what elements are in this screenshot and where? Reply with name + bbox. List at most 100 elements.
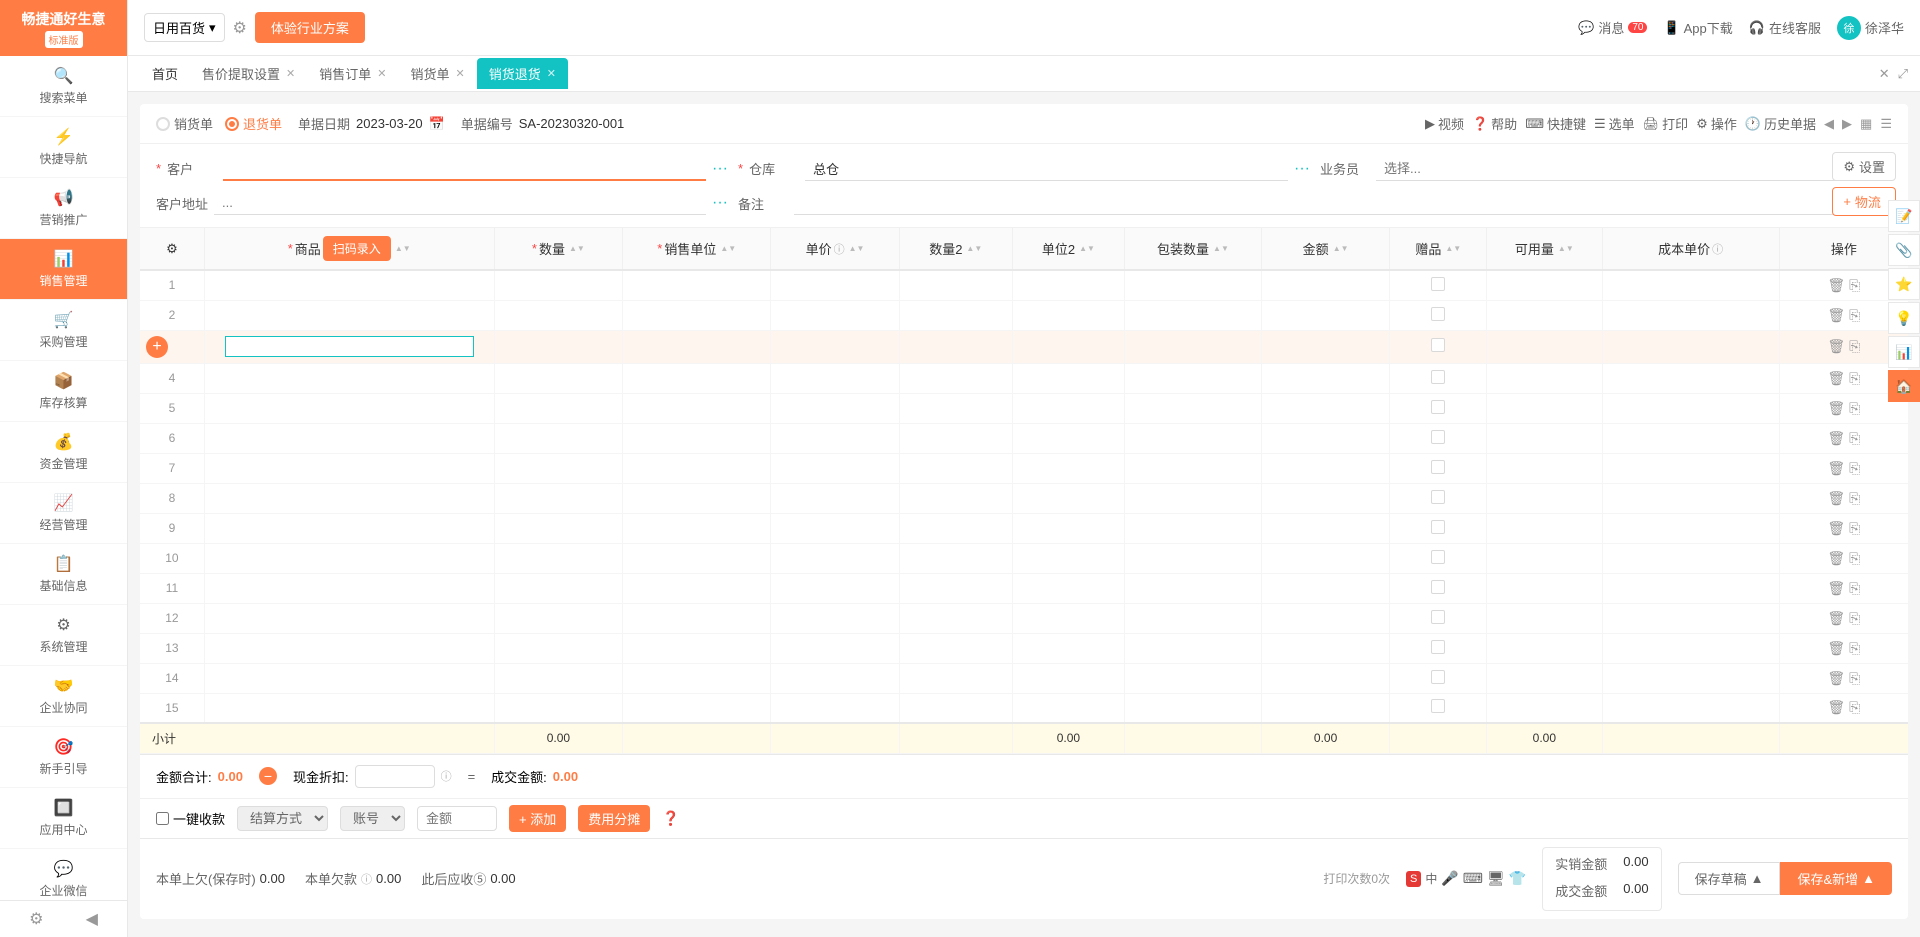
copy-row-button[interactable]: ⎘ — [1849, 430, 1860, 447]
sort-icon[interactable]: ▲▼ — [395, 244, 411, 253]
sidebar-item-system[interactable]: ⚙ 系统管理 — [0, 605, 127, 666]
copy-row-button[interactable]: ⎘ — [1849, 670, 1860, 687]
gift-checkbox[interactable] — [1431, 400, 1445, 414]
float-btn-3[interactable]: ⭐ — [1888, 268, 1920, 300]
tab-close-all-icon[interactable]: ✕ — [1879, 66, 1890, 82]
sidebar-item-marketing[interactable]: 📢 营销推广 — [0, 178, 127, 239]
history-action[interactable]: 🕐 历史单据 — [1745, 114, 1816, 133]
delete-row-button[interactable]: 🗑 — [1827, 490, 1845, 507]
app-download-item[interactable]: 📱 App下载 — [1663, 18, 1732, 37]
user-item[interactable]: 徐 徐泽华 — [1837, 16, 1904, 40]
sidebar-item-appstore[interactable]: 🔲 应用中心 — [0, 788, 127, 849]
operate-action[interactable]: ⚙ 操作 — [1696, 114, 1737, 133]
gift-checkbox[interactable] — [1431, 580, 1445, 594]
copy-row-button[interactable]: ⎘ — [1849, 699, 1860, 716]
float-btn-5[interactable]: 📊 — [1888, 336, 1920, 368]
add-payment-button[interactable]: + 添加 — [509, 805, 566, 832]
delete-row-button[interactable]: 🗑 — [1827, 640, 1845, 657]
sort-icon[interactable]: ▲▼ — [1079, 244, 1095, 253]
sort-icon[interactable]: ▲▼ — [1213, 244, 1229, 253]
view-list-icon[interactable]: ▦ — [1860, 116, 1872, 132]
radio-sales-slip[interactable]: 销货单 — [156, 114, 213, 133]
float-btn-1[interactable]: 📝 — [1888, 200, 1920, 232]
save-new-button[interactable]: 保存&新增 ▲ — [1780, 862, 1892, 895]
nav-prev-icon[interactable]: ◀ — [1824, 116, 1834, 132]
gift-checkbox[interactable] — [1431, 460, 1445, 474]
sort-icon[interactable]: ▲▼ — [966, 244, 982, 253]
logistics-button[interactable]: + 物流 — [1832, 187, 1896, 216]
tab-expand-icon[interactable]: ⤢ — [1898, 66, 1908, 82]
copy-row-button[interactable]: ⎘ — [1849, 277, 1860, 294]
copy-row-button[interactable]: ⎘ — [1849, 400, 1860, 417]
sidebar-item-purchase[interactable]: 🛒 采购管理 — [0, 300, 127, 361]
radio-return[interactable]: 退货单 — [225, 114, 282, 133]
delete-row-button[interactable]: 🗑 — [1827, 400, 1845, 417]
gift-checkbox[interactable] — [1431, 550, 1445, 564]
customer-input[interactable] — [223, 156, 706, 181]
delete-row-button[interactable]: 🗑 — [1827, 550, 1845, 567]
mic-icon[interactable]: 🎤 — [1441, 870, 1458, 887]
delete-row-button[interactable]: 🗑 — [1827, 520, 1845, 537]
monitor-icon[interactable]: 🖥 — [1487, 870, 1505, 887]
tab-sales-slip[interactable]: 销货单 ✕ — [398, 58, 476, 89]
gift-checkbox[interactable] — [1431, 430, 1445, 444]
add-row-button[interactable]: + — [146, 336, 168, 358]
payment-account-select[interactable]: 账号 — [340, 806, 405, 831]
sidebar-item-basics[interactable]: 📋 基础信息 — [0, 544, 127, 605]
copy-row-button[interactable]: ⎘ — [1849, 640, 1860, 657]
float-btn-4[interactable]: 💡 — [1888, 302, 1920, 334]
payment-method-select[interactable]: 结算方式 — [237, 806, 328, 831]
tab-close-icon[interactable]: ✕ — [547, 67, 556, 80]
settings-col-icon[interactable]: ⚙ — [166, 241, 178, 256]
delete-row-button[interactable]: 🗑 — [1827, 430, 1845, 447]
view-detail-icon[interactable]: ☰ — [1880, 116, 1892, 132]
help-action[interactable]: ❓ 帮助 — [1472, 114, 1517, 133]
scan-input-button[interactable]: 扫码录入 — [323, 236, 391, 261]
keyboard-icon[interactable]: ⌨ — [1463, 870, 1483, 887]
tab-home[interactable]: 首页 — [140, 58, 190, 89]
one-click-checkbox[interactable] — [156, 812, 169, 825]
float-btn-6[interactable]: 🏠 — [1888, 370, 1920, 402]
sort-icon[interactable]: ▲▼ — [569, 244, 585, 253]
sidebar-item-shortcuts[interactable]: ⚡ 快捷导航 — [0, 117, 127, 178]
minus-button[interactable]: − — [259, 767, 277, 785]
fee-info-icon[interactable]: ❓ — [662, 810, 679, 827]
gift-checkbox[interactable] — [1431, 307, 1445, 321]
address-select-icon[interactable]: ··· — [712, 194, 728, 212]
settings-bottom-icon[interactable]: ⚙ — [29, 909, 43, 929]
gift-checkbox[interactable] — [1431, 338, 1445, 352]
goods-input[interactable] — [225, 336, 474, 357]
sidebar-item-sales[interactable]: 📊 销售管理 — [0, 239, 127, 300]
delete-row-button[interactable]: 🗑 — [1827, 338, 1845, 355]
sogou-icon[interactable]: S — [1406, 871, 1421, 887]
copy-row-button[interactable]: ⎘ — [1849, 520, 1860, 537]
fee-split-button[interactable]: 费用分摊 — [578, 805, 650, 832]
settings-button[interactable]: ⚙ 设置 — [1832, 152, 1896, 181]
sidebar-item-newbie[interactable]: 🎯 新手引导 — [0, 727, 127, 788]
gift-checkbox[interactable] — [1431, 277, 1445, 291]
sort-icon[interactable]: ▲▼ — [1445, 244, 1461, 253]
save-draft-button[interactable]: 保存草稿 ▲ — [1678, 862, 1781, 895]
float-btn-2[interactable]: 📎 — [1888, 234, 1920, 266]
shirt-icon[interactable]: 👕 — [1509, 870, 1526, 887]
tab-sales-return[interactable]: 销货退货 ✕ — [477, 58, 568, 89]
gift-checkbox[interactable] — [1431, 490, 1445, 504]
trial-button[interactable]: 体验行业方案 — [255, 12, 365, 43]
copy-row-button[interactable]: ⎘ — [1849, 490, 1860, 507]
sort-icon[interactable]: ▲▼ — [720, 244, 736, 253]
info-icon[interactable]: ⓘ — [1712, 241, 1723, 257]
delete-row-button[interactable]: 🗑 — [1827, 670, 1845, 687]
sidebar-item-search[interactable]: 🔍 搜索菜单 — [0, 56, 127, 117]
payment-amount-input[interactable] — [417, 806, 497, 831]
sort-icon[interactable]: ▲▼ — [849, 244, 865, 253]
delete-row-button[interactable]: 🗑 — [1827, 699, 1845, 716]
shortcut-action[interactable]: ⌨ 快捷键 — [1525, 114, 1586, 133]
warehouse-input[interactable] — [805, 157, 1288, 181]
gift-checkbox[interactable] — [1431, 520, 1445, 534]
sort-icon[interactable]: ▲▼ — [1333, 244, 1349, 253]
copy-row-button[interactable]: ⎘ — [1849, 610, 1860, 627]
tab-close-icon[interactable]: ✕ — [456, 67, 465, 80]
delete-row-button[interactable]: 🗑 — [1827, 460, 1845, 477]
delete-row-button[interactable]: 🗑 — [1827, 370, 1845, 387]
sort-icon[interactable]: ▲▼ — [1558, 244, 1574, 253]
